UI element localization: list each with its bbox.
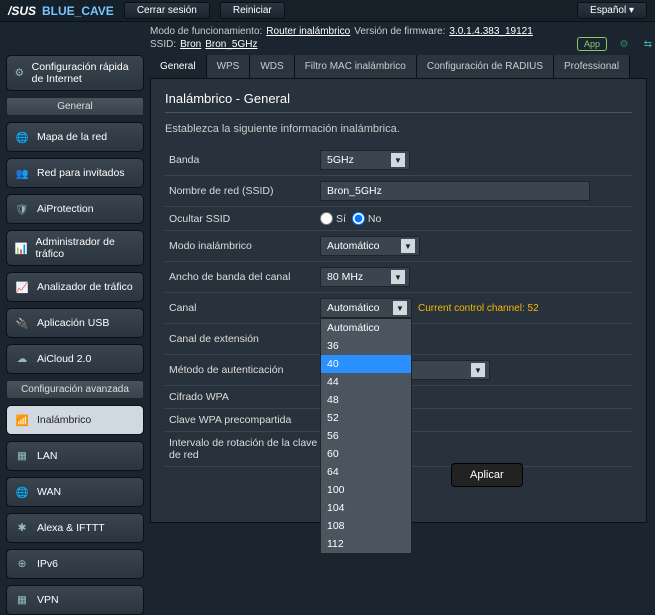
ext-channel-label: Canal de extensión — [165, 333, 320, 345]
usb-icon[interactable]: ⚙ — [617, 37, 631, 51]
gear-icon: ⚙ — [13, 64, 26, 82]
alexa-icon: ✱ — [13, 519, 31, 537]
bandwidth-label: Ancho de banda del canal — [165, 271, 320, 283]
mode-label: Modo de funcionamiento: — [150, 26, 262, 37]
wifi-icon: 📶 — [13, 411, 31, 429]
model-name: BLUE_CAVE — [42, 4, 114, 18]
mode-label: Modo inalámbrico — [165, 240, 320, 252]
sidebar-wan[interactable]: 🌐WAN — [6, 477, 144, 507]
channel-option[interactable]: 104 — [321, 499, 411, 517]
ssid-input[interactable] — [320, 181, 590, 201]
globe-icon: 🌐 — [13, 128, 31, 146]
ssid-label: SSID: — [150, 39, 176, 50]
band-label: Banda — [165, 154, 320, 166]
cloud-icon: ☁ — [13, 350, 31, 368]
app-badge[interactable]: App — [577, 37, 607, 51]
channel-option[interactable]: 36 — [321, 337, 411, 355]
band-select[interactable]: 5GHz▼ — [320, 150, 410, 170]
page-title: Inalámbrico - General — [165, 91, 632, 113]
hide-yes-radio[interactable]: Sí — [320, 212, 346, 225]
channel-option[interactable]: 56 — [321, 427, 411, 445]
people-icon: 👥 — [13, 164, 31, 182]
sidebar-aiprotection[interactable]: 🛡AiProtection — [6, 194, 144, 224]
apply-button[interactable]: Aplicar — [451, 463, 523, 487]
language-button[interactable]: Español ▾ — [577, 2, 647, 19]
sidebar-alexa-ifttt[interactable]: ✱Alexa & IFTTT — [6, 513, 144, 543]
reboot-button[interactable]: Reiniciar — [220, 2, 285, 19]
sidebar-vpn[interactable]: ▦VPN — [6, 585, 144, 615]
usb-icon: 🔌 — [13, 314, 31, 332]
channel-option[interactable]: 40 — [321, 355, 411, 373]
page-subtitle: Establezca la siguiente información inal… — [165, 123, 632, 135]
hide-no-radio[interactable]: No — [352, 212, 381, 225]
bandwidth-select[interactable]: 80 MHz▼ — [320, 267, 410, 287]
tab-radius[interactable]: Configuración de RADIUS — [417, 55, 554, 78]
channel-option[interactable]: 64 — [321, 463, 411, 481]
ipv6-icon: ⊕ — [13, 555, 31, 573]
tab-general[interactable]: General — [150, 55, 207, 78]
channel-label: Canal — [165, 302, 320, 314]
chevron-down-icon: ▼ — [401, 239, 415, 253]
chevron-down-icon: ▼ — [471, 363, 485, 377]
channel-option[interactable]: 44 — [321, 373, 411, 391]
channel-option[interactable]: 112 — [321, 535, 411, 553]
chart-icon: 📈 — [13, 278, 31, 296]
vpn-icon: ▦ — [13, 591, 31, 609]
sidebar-advanced-head: Configuración avanzada — [6, 380, 144, 399]
chevron-down-icon: ▼ — [393, 301, 407, 315]
fw-value[interactable]: 3.0.1.4.383_19121 — [449, 26, 532, 37]
key-rotation-label: Intervalo de rotación de la clave de red — [165, 437, 320, 461]
meter-icon: 📊 — [13, 239, 29, 257]
channel-hint: Current control channel: 52 — [418, 303, 539, 314]
fw-label: Versión de firmware: — [354, 26, 445, 37]
shield-icon: 🛡 — [13, 200, 31, 218]
connection-icon[interactable]: ⇆ — [641, 37, 655, 51]
mode-select[interactable]: Automático▼ — [320, 236, 420, 256]
sidebar-traffic-manager[interactable]: 📊Administrador de tráfico — [6, 230, 144, 266]
channel-option[interactable]: 100 — [321, 481, 411, 499]
tab-professional[interactable]: Professional — [554, 55, 630, 78]
channel-dropdown[interactable]: Automático3640444852566064100104108112 — [320, 318, 412, 554]
sidebar-network-map[interactable]: 🌐Mapa de la red — [6, 122, 144, 152]
auth-label: Método de autenticación — [165, 364, 320, 376]
channel-option[interactable]: Automático — [321, 319, 411, 337]
channel-option[interactable]: 60 — [321, 445, 411, 463]
sidebar-guest-network[interactable]: 👥Red para invitados — [6, 158, 144, 188]
psk-label: Clave WPA precompartida — [165, 414, 320, 426]
chevron-down-icon: ▼ — [391, 153, 405, 167]
tab-wps[interactable]: WPS — [207, 55, 251, 78]
sidebar-quick-setup[interactable]: ⚙ Configuración rápida de Internet — [6, 55, 144, 91]
lan-icon: ▦ — [13, 447, 31, 465]
tab-mac-filter[interactable]: Filtro MAC inalámbrico — [295, 55, 417, 78]
ssid2-value[interactable]: Bron_5GHz — [205, 39, 257, 50]
sidebar-lan[interactable]: ▦LAN — [6, 441, 144, 471]
ssid1-value[interactable]: Bron — [180, 39, 201, 50]
channel-select[interactable]: Automático▼ — [320, 298, 412, 318]
wan-icon: 🌐 — [13, 483, 31, 501]
ssid-label: Nombre de red (SSID) — [165, 185, 320, 197]
sidebar-aicloud[interactable]: ☁AiCloud 2.0 — [6, 344, 144, 374]
tab-wds[interactable]: WDS — [250, 55, 294, 78]
channel-option[interactable]: 52 — [321, 409, 411, 427]
sidebar-general-head: General — [6, 97, 144, 116]
brand-logo: /SUS — [8, 4, 36, 18]
sidebar-usb-app[interactable]: 🔌Aplicación USB — [6, 308, 144, 338]
sidebar-ipv6[interactable]: ⊕IPv6 — [6, 549, 144, 579]
wpa-enc-label: Cifrado WPA — [165, 391, 320, 403]
mode-value[interactable]: Router inalámbrico — [266, 26, 350, 37]
logout-button[interactable]: Cerrar sesión — [124, 2, 210, 19]
channel-option[interactable]: 108 — [321, 517, 411, 535]
sidebar-traffic-analyzer[interactable]: 📈Analizador de tráfico — [6, 272, 144, 302]
hide-ssid-label: Ocultar SSID — [165, 213, 320, 225]
channel-option[interactable]: 48 — [321, 391, 411, 409]
sidebar-wireless[interactable]: 📶Inalámbrico — [6, 405, 144, 435]
chevron-down-icon: ▼ — [391, 270, 405, 284]
